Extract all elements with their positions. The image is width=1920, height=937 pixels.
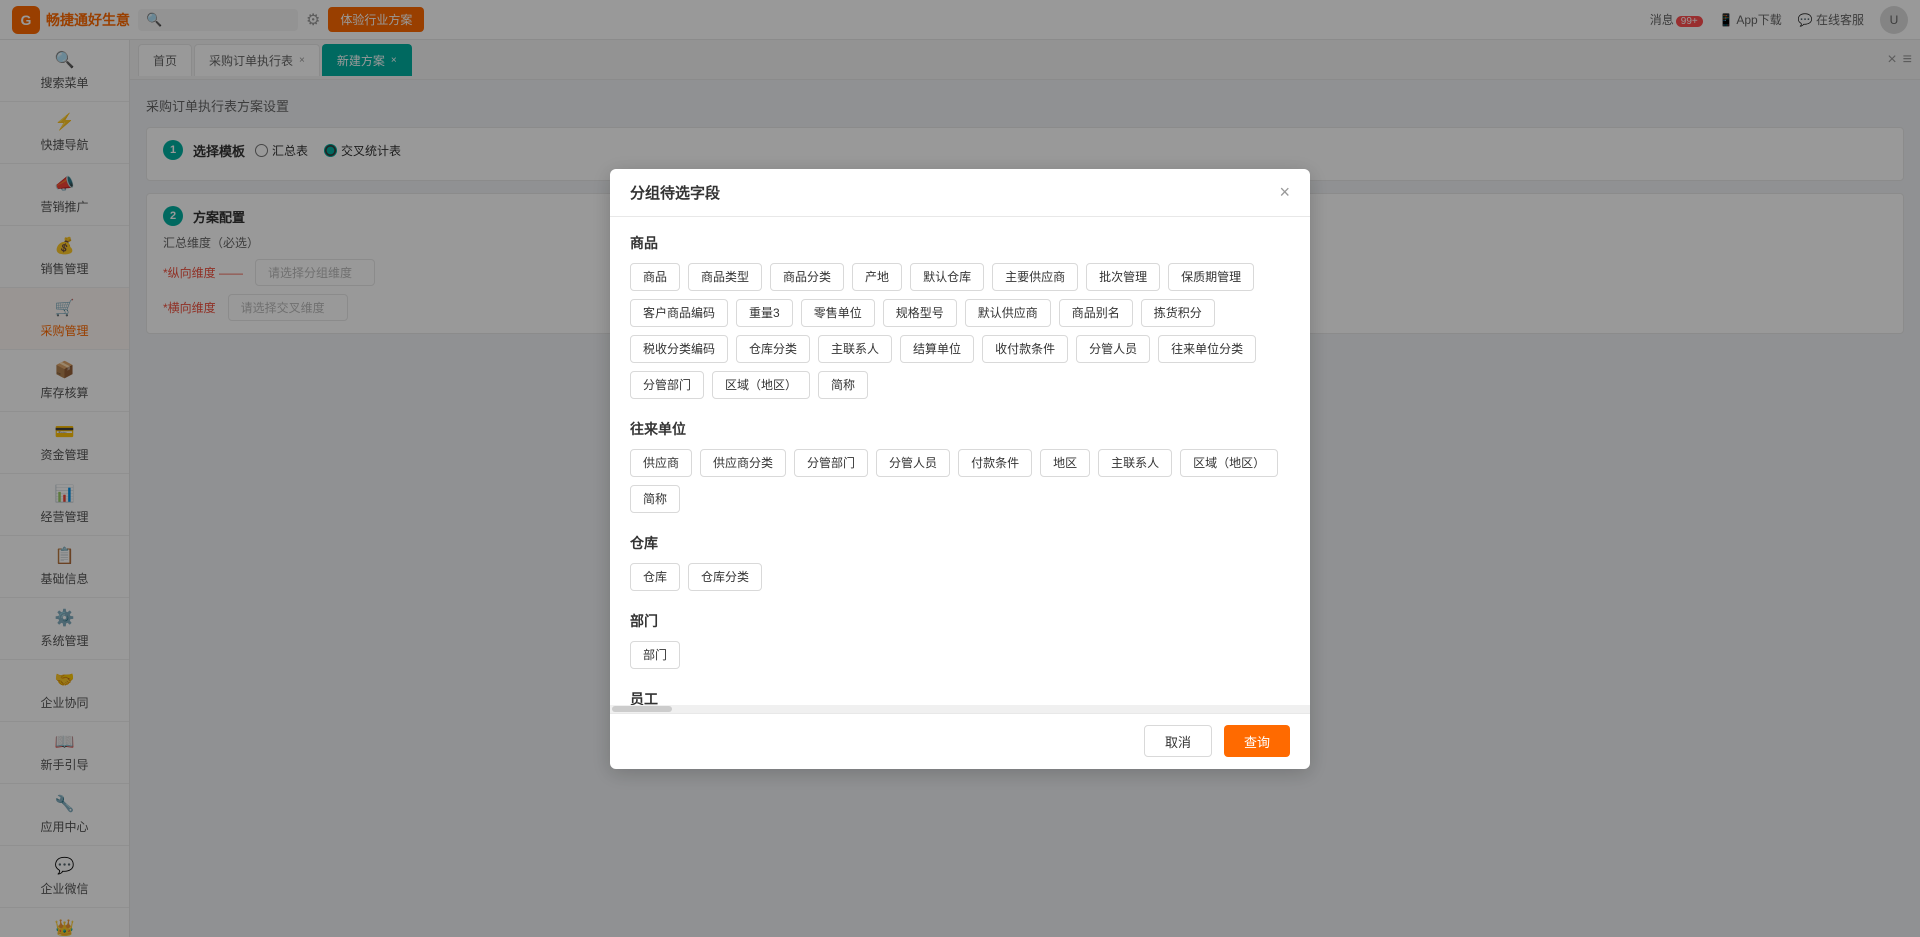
field-tags-dept: 部门 bbox=[630, 641, 1290, 669]
field-tag[interactable]: 主要供应商 bbox=[992, 263, 1078, 291]
field-group-employee: 员工 业务员 bbox=[630, 689, 1290, 705]
field-tag[interactable]: 默认仓库 bbox=[910, 263, 984, 291]
field-tag[interactable]: 产地 bbox=[852, 263, 902, 291]
field-group-title-dept: 部门 bbox=[630, 611, 1290, 631]
field-group-warehouse: 仓库 仓库 仓库分类 bbox=[630, 533, 1290, 591]
field-tag[interactable]: 客户商品编码 bbox=[630, 299, 728, 327]
field-tag[interactable]: 默认供应商 bbox=[965, 299, 1051, 327]
field-tag[interactable]: 收付款条件 bbox=[982, 335, 1068, 363]
field-tag[interactable]: 商品别名 bbox=[1059, 299, 1133, 327]
field-tag[interactable]: 分管人员 bbox=[876, 449, 950, 477]
field-tag[interactable]: 商品 bbox=[630, 263, 680, 291]
field-tag[interactable]: 主联系人 bbox=[1098, 449, 1172, 477]
field-tag[interactable]: 仓库 bbox=[630, 563, 680, 591]
field-tag[interactable]: 商品分类 bbox=[770, 263, 844, 291]
field-select-modal: 分组待选字段 × 商品 商品 商品类型 商品分类 产地 默认仓库 主要供应商 批… bbox=[610, 169, 1310, 769]
modal-footer: 取消 查询 bbox=[610, 713, 1310, 769]
field-tag[interactable]: 区域（地区） bbox=[712, 371, 810, 399]
modal-horizontal-scrollbar[interactable] bbox=[610, 705, 1310, 713]
field-tags-goods: 商品 商品类型 商品分类 产地 默认仓库 主要供应商 批次管理 保质期管理 客户… bbox=[630, 263, 1290, 399]
field-group-title-goods: 商品 bbox=[630, 233, 1290, 253]
field-tag[interactable]: 重量3 bbox=[736, 299, 793, 327]
field-tag[interactable]: 仓库分类 bbox=[736, 335, 810, 363]
field-tag[interactable]: 部门 bbox=[630, 641, 680, 669]
field-tag[interactable]: 简称 bbox=[630, 485, 680, 513]
field-tag[interactable]: 规格型号 bbox=[883, 299, 957, 327]
field-tag[interactable]: 结算单位 bbox=[900, 335, 974, 363]
field-tag[interactable]: 零售单位 bbox=[801, 299, 875, 327]
confirm-button[interactable]: 查询 bbox=[1224, 725, 1290, 757]
field-tag[interactable]: 商品类型 bbox=[688, 263, 762, 291]
field-tag[interactable]: 区域（地区） bbox=[1180, 449, 1278, 477]
cancel-button[interactable]: 取消 bbox=[1144, 725, 1212, 757]
field-tag[interactable]: 地区 bbox=[1040, 449, 1090, 477]
field-tag[interactable]: 拣货积分 bbox=[1141, 299, 1215, 327]
scrollbar-thumb bbox=[612, 706, 672, 712]
field-tag[interactable]: 主联系人 bbox=[818, 335, 892, 363]
field-group-partner: 往来单位 供应商 供应商分类 分管部门 分管人员 付款条件 地区 主联系人 区域… bbox=[630, 419, 1290, 513]
modal-header: 分组待选字段 × bbox=[610, 169, 1310, 217]
field-tags-partner: 供应商 供应商分类 分管部门 分管人员 付款条件 地区 主联系人 区域（地区） … bbox=[630, 449, 1290, 513]
field-tag[interactable]: 仓库分类 bbox=[688, 563, 762, 591]
field-tag[interactable]: 分管部门 bbox=[630, 371, 704, 399]
field-group-title-warehouse: 仓库 bbox=[630, 533, 1290, 553]
field-group-dept: 部门 部门 bbox=[630, 611, 1290, 669]
field-tag[interactable]: 往来单位分类 bbox=[1158, 335, 1256, 363]
field-group-title-partner: 往来单位 bbox=[630, 419, 1290, 439]
field-tag[interactable]: 供应商 bbox=[630, 449, 692, 477]
field-tag[interactable]: 付款条件 bbox=[958, 449, 1032, 477]
field-tag[interactable]: 供应商分类 bbox=[700, 449, 786, 477]
field-group-goods: 商品 商品 商品类型 商品分类 产地 默认仓库 主要供应商 批次管理 保质期管理… bbox=[630, 233, 1290, 399]
modal-overlay: 分组待选字段 × 商品 商品 商品类型 商品分类 产地 默认仓库 主要供应商 批… bbox=[0, 0, 1920, 937]
field-tag[interactable]: 税收分类编码 bbox=[630, 335, 728, 363]
field-group-title-employee: 员工 bbox=[630, 689, 1290, 705]
field-tag[interactable]: 保质期管理 bbox=[1168, 263, 1254, 291]
field-tag[interactable]: 分管人员 bbox=[1076, 335, 1150, 363]
modal-close-button[interactable]: × bbox=[1279, 182, 1290, 203]
field-tag[interactable]: 批次管理 bbox=[1086, 263, 1160, 291]
modal-body: 商品 商品 商品类型 商品分类 产地 默认仓库 主要供应商 批次管理 保质期管理… bbox=[610, 217, 1310, 705]
field-tag[interactable]: 分管部门 bbox=[794, 449, 868, 477]
field-tags-warehouse: 仓库 仓库分类 bbox=[630, 563, 1290, 591]
field-tag[interactable]: 简称 bbox=[818, 371, 868, 399]
modal-title: 分组待选字段 bbox=[630, 182, 720, 203]
